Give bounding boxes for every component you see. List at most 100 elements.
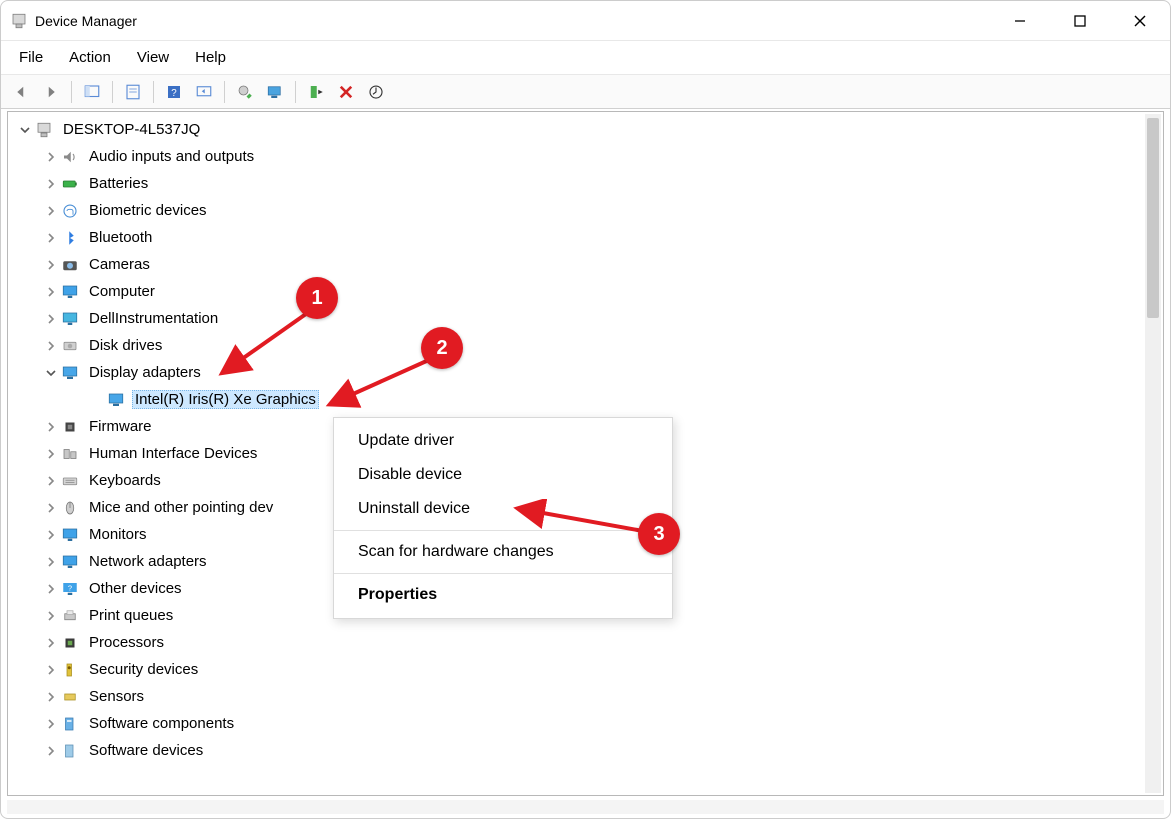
minimize-button[interactable] (990, 1, 1050, 41)
menu-action[interactable]: Action (59, 45, 121, 70)
expand-toggle[interactable] (42, 553, 60, 571)
horizontal-scrollbar[interactable] (7, 800, 1164, 814)
tree-category-label: Human Interface Devices (86, 444, 260, 463)
expand-toggle[interactable] (42, 472, 60, 490)
expand-toggle[interactable] (42, 337, 60, 355)
expand-toggle[interactable] (42, 418, 60, 436)
tree-category-label: Software devices (86, 741, 206, 760)
camera-icon (60, 255, 80, 275)
tree-category-label: Print queues (86, 606, 176, 625)
tree-category-label: Keyboards (86, 471, 164, 490)
expand-toggle[interactable] (42, 364, 60, 382)
expand-toggle[interactable] (42, 661, 60, 679)
printer-icon (60, 606, 80, 626)
expand-toggle[interactable] (42, 256, 60, 274)
expand-toggle[interactable] (42, 715, 60, 733)
expand-toggle[interactable] (42, 688, 60, 706)
window-title: Device Manager (35, 13, 137, 29)
tree-category[interactable]: Computer (14, 278, 1139, 305)
mouse-icon (60, 498, 80, 518)
context-menu-item[interactable]: Properties (334, 578, 672, 612)
expand-toggle[interactable] (42, 445, 60, 463)
expand-toggle[interactable] (42, 310, 60, 328)
expand-toggle[interactable] (16, 121, 34, 139)
context-menu-item[interactable]: Scan for hardware changes (334, 535, 672, 569)
tree-category[interactable]: Biometric devices (14, 197, 1139, 224)
close-button[interactable] (1110, 1, 1170, 41)
context-menu-item[interactable]: Update driver (334, 424, 672, 458)
toolbar-separator (224, 81, 225, 103)
tree-category-label: Audio inputs and outputs (86, 147, 257, 166)
forward-button[interactable] (37, 79, 65, 105)
expand-toggle[interactable] (42, 634, 60, 652)
context-menu-separator (334, 573, 672, 574)
tree-category[interactable]: Software components (14, 710, 1139, 737)
expand-toggle[interactable] (42, 202, 60, 220)
toolbar-separator (71, 81, 72, 103)
titlebar: Device Manager (1, 1, 1170, 41)
annotation-marker-2: 2 (421, 327, 463, 369)
toolbar-separator (112, 81, 113, 103)
tree-device[interactable]: Intel(R) Iris(R) Xe Graphics (14, 386, 1139, 413)
action-button[interactable] (190, 79, 218, 105)
maximize-button[interactable] (1050, 1, 1110, 41)
software-icon (60, 714, 80, 734)
tree-category[interactable]: Disk drives (14, 332, 1139, 359)
expand-toggle[interactable] (42, 607, 60, 625)
update-driver-button[interactable] (231, 79, 259, 105)
tree-category[interactable]: Bluetooth (14, 224, 1139, 251)
expand-toggle[interactable] (42, 742, 60, 760)
tree-category[interactable]: Cameras (14, 251, 1139, 278)
properties-button[interactable] (119, 79, 147, 105)
context-menu-item[interactable]: Disable device (334, 458, 672, 492)
toolbar: ? (1, 75, 1170, 109)
tree-root-label: DESKTOP-4L537JQ (60, 120, 203, 139)
hid-icon (60, 444, 80, 464)
disable-device-button[interactable] (362, 79, 390, 105)
tree-category[interactable]: Batteries (14, 170, 1139, 197)
tree-category[interactable]: Audio inputs and outputs (14, 143, 1139, 170)
menu-file[interactable]: File (9, 45, 53, 70)
menu-help[interactable]: Help (185, 45, 236, 70)
uninstall-device-button[interactable] (332, 79, 360, 105)
scan-for-hardware-changes-button[interactable] (261, 79, 289, 105)
expand-toggle[interactable] (42, 283, 60, 301)
expand-toggle[interactable] (42, 175, 60, 193)
annotation-marker-1: 1 (296, 277, 338, 319)
cpu-icon (60, 633, 80, 653)
app-icon (9, 11, 29, 31)
tree-category[interactable]: Processors (14, 629, 1139, 656)
vertical-scrollbar[interactable] (1145, 114, 1161, 793)
fingerprint-icon (60, 201, 80, 221)
expand-toggle[interactable] (42, 580, 60, 598)
monitor-icon (60, 525, 80, 545)
help-button[interactable]: ? (160, 79, 188, 105)
battery-icon (60, 174, 80, 194)
monitor-icon (60, 282, 80, 302)
tree-category-label: Disk drives (86, 336, 165, 355)
monitor-icon (60, 552, 80, 572)
show-hide-console-tree-button[interactable] (78, 79, 106, 105)
sensor-icon (60, 687, 80, 707)
tree-category[interactable]: Display adapters (14, 359, 1139, 386)
tree-category[interactable]: Software devices (14, 737, 1139, 764)
svg-text:?: ? (171, 87, 177, 98)
tree-category-label: Monitors (86, 525, 150, 544)
tree-category[interactable]: Sensors (14, 683, 1139, 710)
tree-category[interactable]: DellInstrumentation (14, 305, 1139, 332)
enable-device-button[interactable] (302, 79, 330, 105)
tree-root[interactable]: DESKTOP-4L537JQ (14, 116, 1139, 143)
back-button[interactable] (7, 79, 35, 105)
tree-category-label: Other devices (86, 579, 185, 598)
menubar: File Action View Help (1, 41, 1170, 75)
tree-category-label: Computer (86, 282, 158, 301)
question-icon: ? (60, 579, 80, 599)
tree-category-label: Firmware (86, 417, 155, 436)
menu-view[interactable]: View (127, 45, 179, 70)
expand-toggle[interactable] (42, 499, 60, 517)
expand-toggle[interactable] (42, 148, 60, 166)
expand-toggle[interactable] (42, 526, 60, 544)
toolbar-separator (295, 81, 296, 103)
expand-toggle[interactable] (42, 229, 60, 247)
tree-category[interactable]: Security devices (14, 656, 1139, 683)
